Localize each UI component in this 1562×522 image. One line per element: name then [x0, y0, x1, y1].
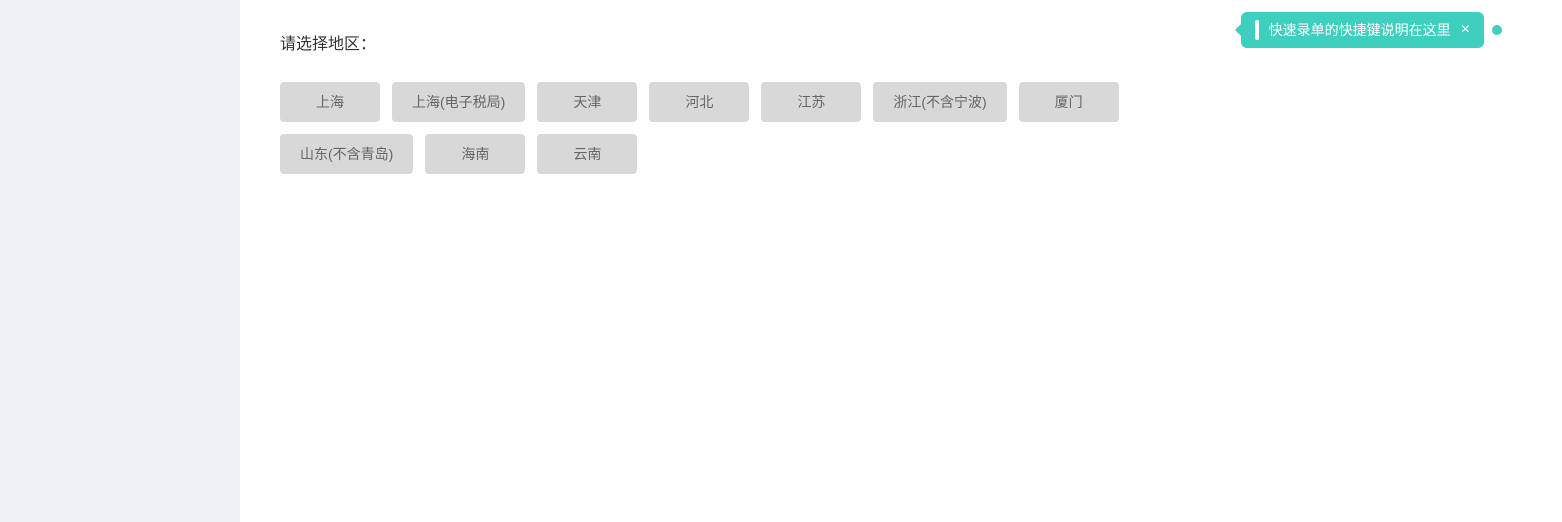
main-content: 请选择地区： 上海上海(电子税局)天津河北江苏浙江(不含宁波)厦门山东(不含青岛…: [240, 0, 1562, 522]
region-button-zhejiang[interactable]: 浙江(不含宁波): [873, 82, 1006, 122]
tooltip-close-button[interactable]: ×: [1461, 22, 1470, 38]
region-button-shanghai[interactable]: 上海: [280, 82, 380, 122]
tooltip-bar-icon: [1255, 20, 1259, 40]
region-button-xiamen[interactable]: 厦门: [1019, 82, 1119, 122]
tooltip-dot-icon: [1492, 25, 1502, 35]
region-button-hainan[interactable]: 海南: [425, 134, 525, 174]
region-button-tianjin[interactable]: 天津: [537, 82, 637, 122]
tooltip-container: 快速录单的快捷键说明在这里 ×: [1241, 12, 1502, 48]
region-button-yunnan[interactable]: 云南: [537, 134, 637, 174]
sidebar: [0, 0, 240, 522]
region-button-shandong[interactable]: 山东(不含青岛): [280, 134, 413, 174]
region-button-shanghai-etax[interactable]: 上海(电子税局): [392, 82, 525, 122]
tooltip-bubble: 快速录单的快捷键说明在这里 ×: [1241, 12, 1484, 48]
region-button-hebei[interactable]: 河北: [649, 82, 749, 122]
region-grid: 上海上海(电子税局) 天津河北江苏浙江(不含宁波) 厦门山东(不含青岛) 海南云南: [280, 82, 1180, 174]
tooltip-text: 快速录单的快捷键说明在这里: [1269, 20, 1451, 40]
region-button-jiangsu[interactable]: 江苏: [761, 82, 861, 122]
